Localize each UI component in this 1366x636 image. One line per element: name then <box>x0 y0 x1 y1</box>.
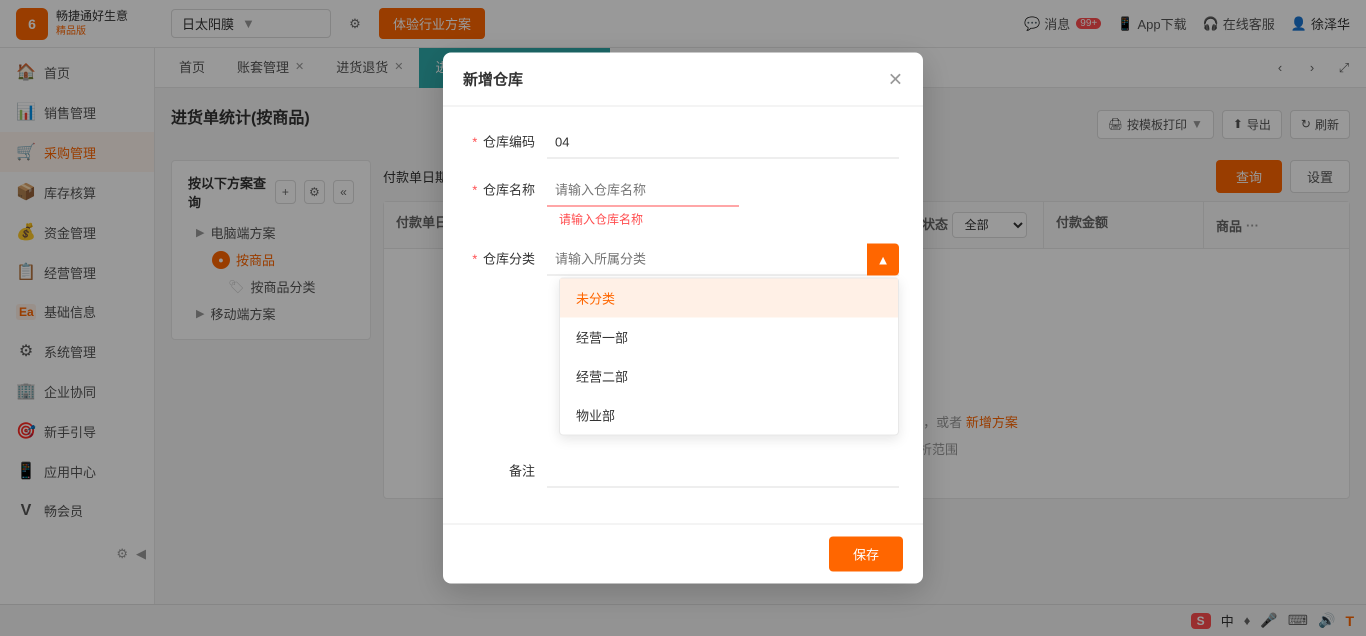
code-label: * 仓库编码 <box>467 127 547 159</box>
form-row-category: * 仓库分类 ▲ 未分类 经营一部 经营二部 物业部 <box>467 244 899 276</box>
category-dropdown: 未分类 经营一部 经营二部 物业部 <box>559 278 899 436</box>
modal-close-button[interactable]: ✕ <box>888 70 903 88</box>
modal-body: * 仓库编码 * 仓库名称 请输入仓库名称 * 仓库分类 <box>443 107 923 524</box>
category-toggle-button[interactable]: ▲ <box>867 244 899 276</box>
code-input[interactable] <box>547 127 899 159</box>
dropdown-item-ops2[interactable]: 经营二部 <box>560 357 898 396</box>
form-row-code: * 仓库编码 <box>467 127 899 159</box>
new-warehouse-modal: 新增仓库 ✕ * 仓库编码 * 仓库名称 请输入仓库名称 <box>443 53 923 584</box>
notes-input[interactable] <box>547 456 899 488</box>
category-field: ▲ <box>547 244 899 276</box>
category-label: * 仓库分类 <box>467 244 547 276</box>
modal-title: 新增仓库 <box>463 69 523 90</box>
form-row-notes: 备注 <box>467 456 899 488</box>
modal-header: 新增仓库 ✕ <box>443 53 923 107</box>
category-input[interactable] <box>547 244 899 276</box>
name-error-message: 请输入仓库名称 <box>559 213 643 227</box>
modal-footer: 保存 <box>443 524 923 584</box>
form-row-name: * 仓库名称 请输入仓库名称 <box>467 175 899 228</box>
dropdown-item-uncategorized[interactable]: 未分类 <box>560 279 898 318</box>
notes-label: 备注 <box>467 456 547 488</box>
save-button[interactable]: 保存 <box>829 537 903 572</box>
name-input[interactable] <box>547 175 739 207</box>
dropdown-item-ops1[interactable]: 经营一部 <box>560 318 898 357</box>
name-label: * 仓库名称 <box>467 175 547 207</box>
dropdown-item-property[interactable]: 物业部 <box>560 396 898 435</box>
